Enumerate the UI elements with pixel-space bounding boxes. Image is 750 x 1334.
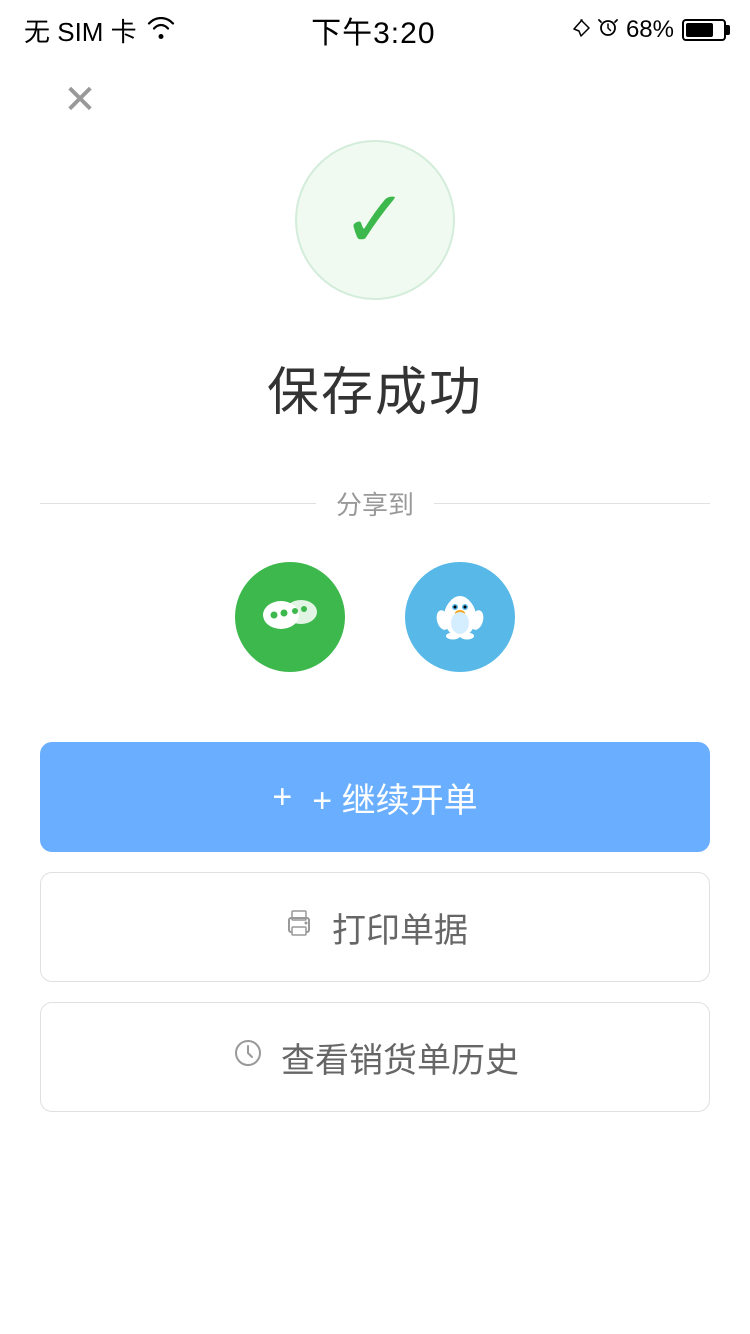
history-label: 查看销货单历史: [281, 1033, 519, 1082]
share-label: 分享到: [316, 485, 434, 522]
carrier-text: 无 SIM 卡: [24, 12, 137, 49]
share-section: 分享到: [0, 485, 750, 672]
history-button[interactable]: 查看销货单历史: [40, 1002, 710, 1112]
divider-right: [434, 503, 710, 504]
main-content: ✓ 保存成功 分享到: [0, 60, 750, 1112]
close-icon: ✕: [63, 80, 97, 120]
divider-left: [40, 503, 316, 504]
qq-share-button[interactable]: [405, 562, 515, 672]
success-circle: ✓: [295, 140, 455, 300]
location-icon: [572, 16, 590, 44]
battery-percent: 68%: [626, 16, 674, 44]
share-divider: 分享到: [0, 485, 750, 522]
print-label: 打印单据: [332, 903, 468, 952]
history-icon: [231, 1036, 265, 1079]
action-buttons: + + 继续开单 打印单据 查看销货单历史: [0, 742, 750, 1112]
alarm-icon: [598, 16, 618, 44]
continue-button[interactable]: + + 继续开单: [40, 742, 710, 852]
wechat-share-button[interactable]: [235, 562, 345, 672]
checkmark-icon: ✓: [341, 180, 408, 260]
close-button[interactable]: ✕: [50, 70, 110, 130]
print-icon: [282, 906, 316, 949]
wifi-icon: [147, 15, 175, 46]
continue-label: + 继续开单: [308, 773, 477, 822]
status-right: 68%: [572, 16, 726, 44]
success-title: 保存成功: [267, 350, 483, 425]
battery-icon: [682, 19, 726, 41]
status-time: 下午3:20: [311, 8, 435, 52]
print-button[interactable]: 打印单据: [40, 872, 710, 982]
share-icons-container: [0, 562, 750, 672]
status-carrier: 无 SIM 卡: [24, 12, 175, 49]
continue-icon: +: [272, 778, 292, 817]
status-bar: 无 SIM 卡 下午3:20 68%: [0, 0, 750, 60]
